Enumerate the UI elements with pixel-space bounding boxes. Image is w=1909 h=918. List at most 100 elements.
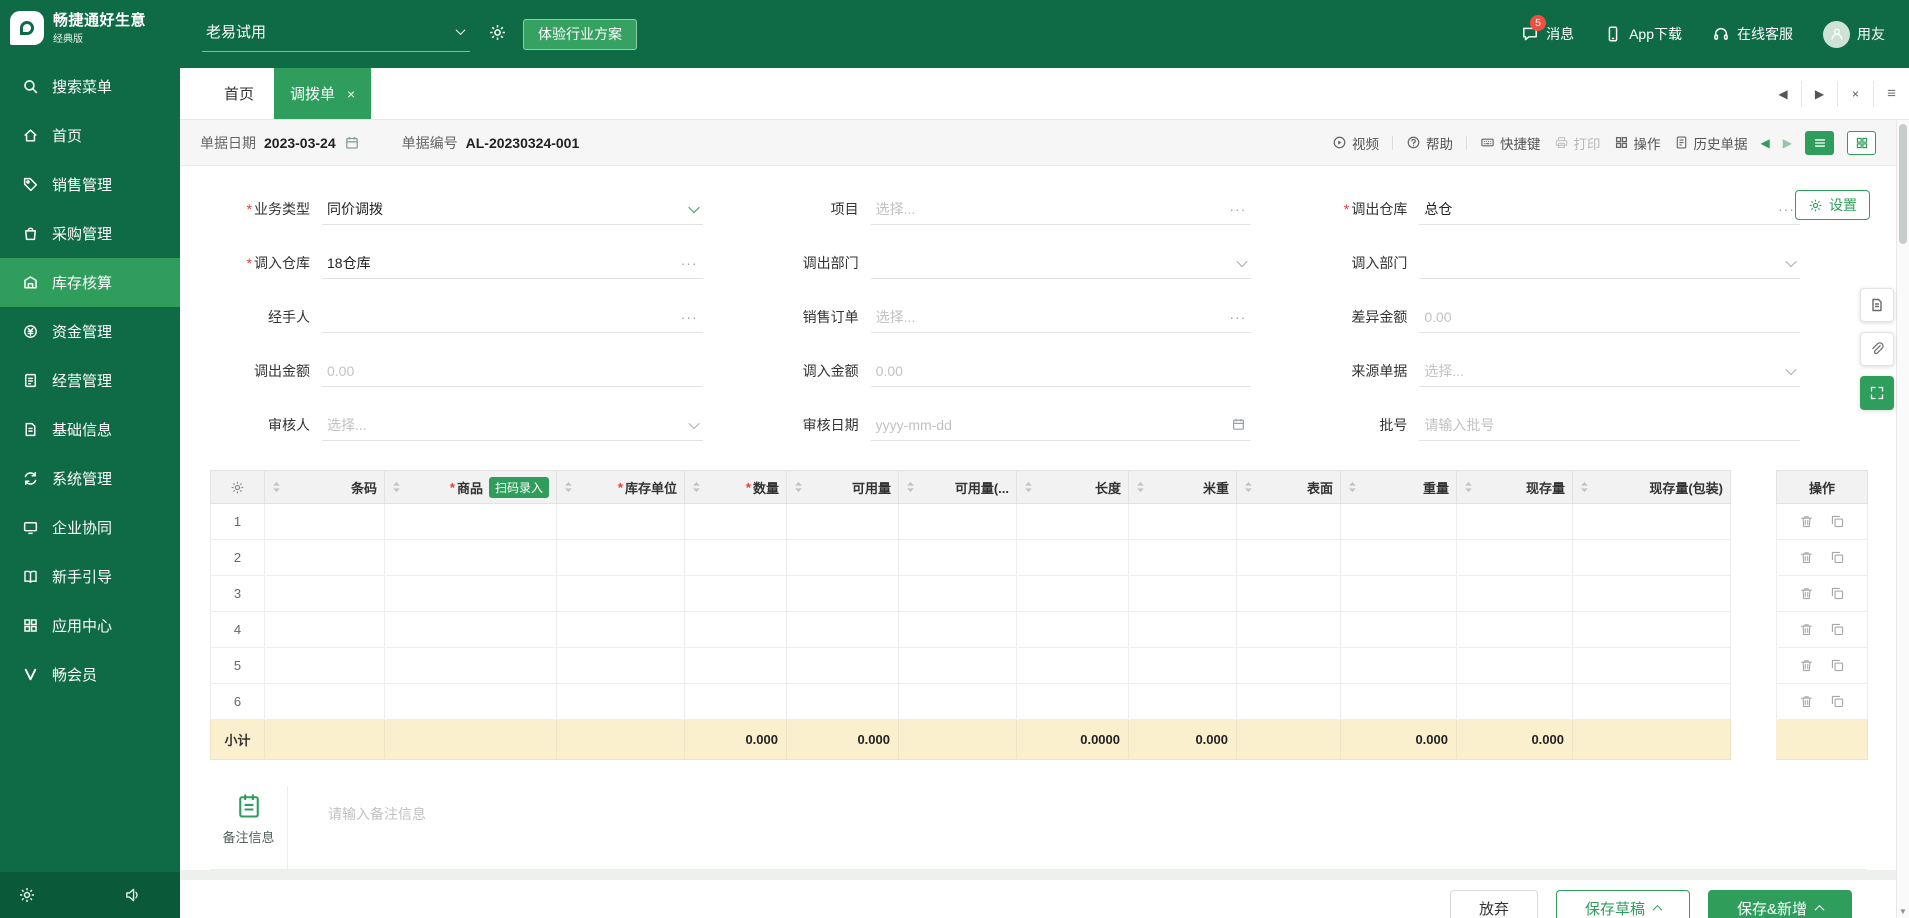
sidebar-item-app-center[interactable]: 应用中心	[0, 601, 180, 650]
tab-scroll-right-button[interactable]: ▶	[1801, 80, 1837, 107]
tab-close-icon[interactable]: ×	[347, 87, 355, 101]
cell[interactable]	[1237, 504, 1341, 540]
cell[interactable]	[385, 612, 557, 648]
col-length[interactable]: 长度	[1017, 470, 1129, 504]
cell[interactable]	[787, 684, 899, 720]
cell[interactable]	[1017, 576, 1129, 612]
col-available[interactable]: 可用量	[787, 470, 899, 504]
cell[interactable]	[1341, 504, 1457, 540]
cell[interactable]	[685, 576, 787, 612]
delete-row-icon[interactable]	[1799, 514, 1814, 529]
sidebar-item-search-menu[interactable]: 搜索菜单	[0, 62, 180, 111]
save-and-new-button[interactable]: 保存&新增	[1707, 889, 1852, 918]
discard-button[interactable]: 放弃	[1449, 889, 1538, 918]
cell[interactable]	[265, 648, 385, 684]
col-stock[interactable]: 现存量	[1457, 470, 1573, 504]
ellipsis-icon[interactable]: ···	[681, 256, 698, 270]
project-picker[interactable]: 选择... ···	[870, 193, 1252, 225]
delete-row-icon[interactable]	[1799, 586, 1814, 601]
cell[interactable]	[899, 648, 1017, 684]
cell[interactable]	[1129, 504, 1237, 540]
industry-trial-button[interactable]: 体验行业方案	[523, 18, 637, 50]
cell[interactable]	[1573, 612, 1731, 648]
cell[interactable]	[1457, 504, 1573, 540]
col-meter-weight[interactable]: 米重	[1129, 470, 1237, 504]
ellipsis-icon[interactable]: ···	[1778, 202, 1795, 216]
cell[interactable]	[1017, 504, 1129, 540]
cell[interactable]	[265, 684, 385, 720]
in-amount-input[interactable]: 0.00	[870, 355, 1252, 387]
delete-row-icon[interactable]	[1799, 622, 1814, 637]
cell[interactable]	[1237, 612, 1341, 648]
cell[interactable]	[1457, 684, 1573, 720]
cell[interactable]	[899, 504, 1017, 540]
online-service-button[interactable]: 在线客服	[1712, 24, 1793, 44]
cell[interactable]	[557, 576, 685, 612]
tab-home[interactable]: 首页	[204, 68, 274, 119]
cell[interactable]	[265, 504, 385, 540]
cell[interactable]	[1341, 540, 1457, 576]
in-warehouse-picker[interactable]: 18仓库 ···	[322, 247, 703, 279]
batch-no-input[interactable]: 请输入批号	[1419, 409, 1800, 441]
messages-button[interactable]: 5 消息	[1521, 15, 1574, 44]
sidebar-item-funds[interactable]: 资金管理	[0, 307, 180, 356]
cell[interactable]	[1457, 576, 1573, 612]
sort-icon[interactable]	[1464, 480, 1473, 494]
list-view-toggle[interactable]	[1805, 130, 1834, 155]
delete-row-icon[interactable]	[1799, 694, 1814, 709]
col-surface[interactable]: 表面	[1237, 470, 1341, 504]
shortcut-keys-button[interactable]: 快捷键	[1480, 133, 1541, 153]
sidebar-item-member[interactable]: 畅会员	[0, 650, 180, 699]
out-warehouse-picker[interactable]: 总仓 ···	[1419, 193, 1800, 225]
topbar-settings-button[interactable]	[488, 23, 507, 45]
col-product[interactable]: * 商品 扫码录入	[385, 470, 557, 504]
card-view-toggle[interactable]	[1847, 130, 1876, 155]
cell[interactable]	[1573, 684, 1731, 720]
sort-icon[interactable]	[692, 480, 701, 494]
previous-document-button[interactable]: ◀	[1761, 136, 1770, 150]
cell[interactable]	[1341, 648, 1457, 684]
cell[interactable]	[557, 612, 685, 648]
cell[interactable]	[1341, 576, 1457, 612]
cell[interactable]	[1237, 576, 1341, 612]
cell[interactable]	[385, 504, 557, 540]
col-weight[interactable]: 重量	[1341, 470, 1457, 504]
handler-picker[interactable]: ···	[322, 301, 703, 333]
in-department-select[interactable]	[1419, 247, 1800, 279]
print-button[interactable]: 打印	[1554, 133, 1601, 153]
cell[interactable]	[1017, 612, 1129, 648]
audit-date-input[interactable]: yyyy-mm-dd	[870, 409, 1252, 441]
cell[interactable]	[1129, 648, 1237, 684]
next-document-button[interactable]: ▶	[1783, 136, 1792, 150]
settings-gear-icon[interactable]	[18, 886, 36, 904]
sidebar-item-system[interactable]: 系统管理	[0, 454, 180, 503]
copy-row-icon[interactable]	[1830, 694, 1845, 709]
sidebar-item-purchase[interactable]: 采购管理	[0, 209, 180, 258]
sort-icon[interactable]	[392, 480, 401, 494]
sidebar-item-home[interactable]: 首页	[0, 111, 180, 160]
copy-row-icon[interactable]	[1830, 550, 1845, 565]
cell[interactable]	[557, 540, 685, 576]
ellipsis-icon[interactable]: ···	[681, 310, 698, 324]
cell[interactable]	[787, 648, 899, 684]
business-type-select[interactable]: 同价调拨	[322, 193, 703, 225]
cell[interactable]	[1341, 612, 1457, 648]
history-documents-button[interactable]: 历史单据	[1674, 133, 1748, 153]
delete-row-icon[interactable]	[1799, 550, 1814, 565]
cell[interactable]	[899, 576, 1017, 612]
col-barcode[interactable]: 条码	[265, 470, 385, 504]
ellipsis-icon[interactable]: ···	[1229, 202, 1246, 216]
sort-icon[interactable]	[1348, 480, 1357, 494]
vertical-scrollbar[interactable]: ▼	[1896, 120, 1909, 918]
cell[interactable]	[1129, 684, 1237, 720]
cell[interactable]	[787, 504, 899, 540]
cell[interactable]	[385, 648, 557, 684]
out-amount-input[interactable]: 0.00	[322, 355, 703, 387]
sidebar-item-sales[interactable]: 销售管理	[0, 160, 180, 209]
cell[interactable]	[1129, 576, 1237, 612]
cell[interactable]	[899, 612, 1017, 648]
draft-box-button[interactable]	[1860, 288, 1894, 322]
calendar-icon[interactable]	[344, 135, 360, 151]
cell[interactable]	[1457, 648, 1573, 684]
cell[interactable]	[787, 612, 899, 648]
